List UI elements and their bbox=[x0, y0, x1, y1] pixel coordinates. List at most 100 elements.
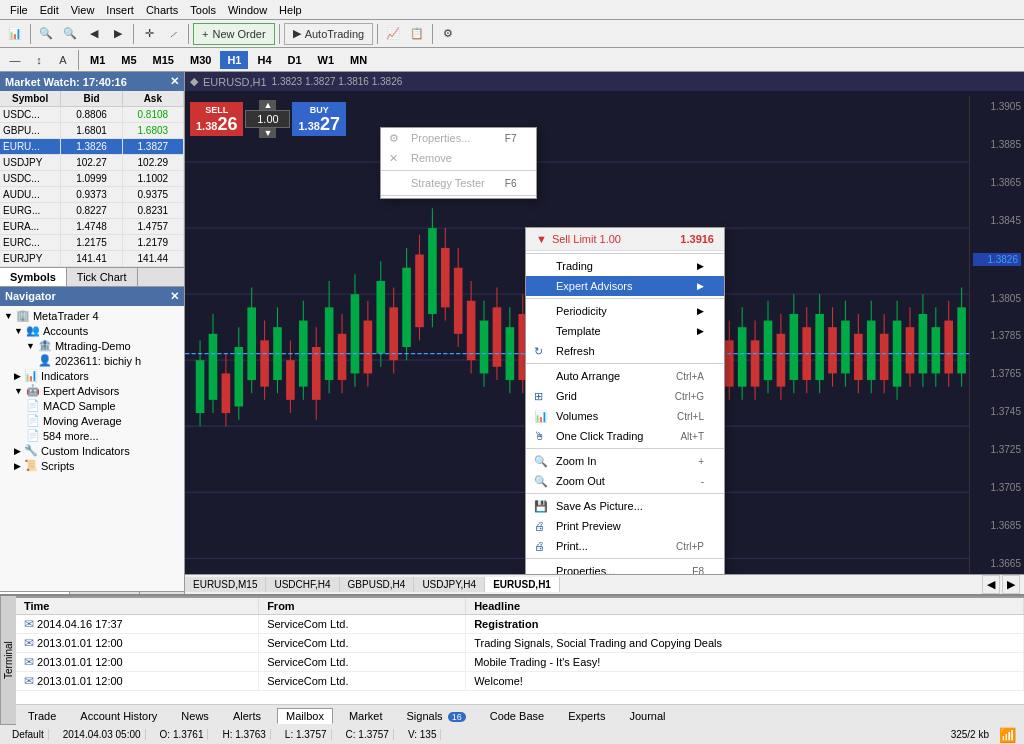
chart-tab-prev[interactable]: ◀ bbox=[982, 575, 1000, 594]
tf-m30[interactable]: M30 bbox=[183, 51, 218, 69]
mw-row-eurjpy[interactable]: EURJPY 141.41 141.44 bbox=[0, 251, 184, 267]
tf-w1[interactable]: W1 bbox=[311, 51, 342, 69]
zoom-in-btn[interactable]: 🔍 bbox=[35, 23, 57, 45]
nav-ma[interactable]: 📄 Moving Average bbox=[2, 413, 182, 428]
chart-tab-usdchf-h4[interactable]: USDCHF,H4 bbox=[266, 577, 339, 592]
market-watch-close[interactable]: ✕ bbox=[170, 75, 179, 88]
ctx-save-as-picture[interactable]: 💾 Save As Picture... bbox=[526, 496, 724, 516]
mw-row-gbpu[interactable]: GBPU... 1.6801 1.6803 bbox=[0, 123, 184, 139]
mw-row-usdc[interactable]: USDC... 0.8806 0.8108 bbox=[0, 107, 184, 123]
term-tab-news[interactable]: News bbox=[173, 709, 217, 723]
mw-row-audu[interactable]: AUDU... 0.9373 0.9375 bbox=[0, 187, 184, 203]
nav-indicators[interactable]: ▶ 📊 Indicators bbox=[2, 368, 182, 383]
tf-h1[interactable]: H1 bbox=[220, 51, 248, 69]
ctx-zoom-in[interactable]: 🔍 Zoom In + bbox=[526, 451, 724, 471]
chart-tab-eurusd-h1[interactable]: EURUSD,H1 bbox=[485, 577, 560, 592]
menu-file[interactable]: File bbox=[4, 2, 34, 18]
mw-row-usdjpy[interactable]: USDJPY 102.27 102.29 bbox=[0, 155, 184, 171]
ctx-sell-limit[interactable]: ▼ Sell Limit 1.00 1.3916 bbox=[526, 228, 724, 251]
tf-m5[interactable]: M5 bbox=[114, 51, 143, 69]
tab-tick-chart[interactable]: Tick Chart bbox=[67, 268, 138, 286]
draw-line-btn[interactable]: — bbox=[4, 49, 26, 71]
menu-charts[interactable]: Charts bbox=[140, 2, 184, 18]
tab-symbols[interactable]: Symbols bbox=[0, 268, 67, 286]
tf-m1[interactable]: M1 bbox=[83, 51, 112, 69]
lot-input[interactable] bbox=[245, 110, 290, 128]
new-order-button[interactable]: + New Order bbox=[193, 23, 275, 45]
menu-help[interactable]: Help bbox=[273, 2, 308, 18]
buy-button[interactable]: BUY 1.3827 bbox=[292, 102, 345, 136]
nav-user[interactable]: 👤 2023611: bichiy h bbox=[2, 353, 182, 368]
sell-button[interactable]: SELL 1.3826 bbox=[190, 102, 243, 136]
crosshair-btn[interactable]: ✛ bbox=[138, 23, 160, 45]
terminal-label[interactable]: Terminal bbox=[0, 596, 16, 724]
term-tab-market[interactable]: Market bbox=[341, 709, 391, 723]
ctx-volumes[interactable]: 📊 Volumes Ctrl+L bbox=[526, 406, 724, 426]
mw-row-eurc[interactable]: EURC... 1.2175 1.2179 bbox=[0, 235, 184, 251]
mw-row-usdc2[interactable]: USDC... 1.0999 1.1002 bbox=[0, 171, 184, 187]
term-tab-signals[interactable]: Signals 16 bbox=[399, 709, 474, 723]
terminal-row-3[interactable]: ✉ 2013.01.01 12:00 ServiceCom Ltd. Welco… bbox=[16, 672, 1024, 691]
chart-tab-usdjpy-h4[interactable]: USDJPY,H4 bbox=[414, 577, 485, 592]
navigator-close[interactable]: ✕ bbox=[170, 290, 179, 303]
template-btn[interactable]: 📋 bbox=[406, 23, 428, 45]
nav-mtrading[interactable]: ▼ 🏦 Mtrading-Demo bbox=[2, 338, 182, 353]
ctx-expert-advisors[interactable]: Expert Advisors ▶ bbox=[526, 276, 724, 296]
ctx-grid[interactable]: ⊞ Grid Ctrl+G bbox=[526, 386, 724, 406]
ctx-print[interactable]: 🖨 Print... Ctrl+P bbox=[526, 536, 724, 556]
term-tab-journal[interactable]: Journal bbox=[621, 709, 673, 723]
line-btn[interactable]: ⟋ bbox=[162, 23, 184, 45]
autotrading-button[interactable]: ▶ AutoTrading bbox=[284, 23, 374, 45]
chart-tab-eurusd-m15[interactable]: EURUSD,M15 bbox=[185, 577, 266, 592]
term-tab-trade[interactable]: Trade bbox=[20, 709, 64, 723]
term-tab-alerts[interactable]: Alerts bbox=[225, 709, 269, 723]
menu-view[interactable]: View bbox=[65, 2, 101, 18]
draw-arrow-btn[interactable]: ↕ bbox=[28, 49, 50, 71]
menu-insert[interactable]: Insert bbox=[100, 2, 140, 18]
nav-accounts[interactable]: ▼ 👥 Accounts bbox=[2, 323, 182, 338]
ctx-auto-arrange[interactable]: Auto Arrange Ctrl+A bbox=[526, 366, 724, 386]
menu-edit[interactable]: Edit bbox=[34, 2, 65, 18]
nav-tab-common[interactable]: Common bbox=[0, 592, 70, 594]
lot-up-btn[interactable]: ▲ bbox=[259, 100, 276, 110]
nav-macd[interactable]: 📄 MACD Sample bbox=[2, 398, 182, 413]
nav-custom-indicators[interactable]: ▶ 🔧 Custom Indicators bbox=[2, 443, 182, 458]
ctx-print-preview[interactable]: 🖨 Print Preview bbox=[526, 516, 724, 536]
ctx-periodicity[interactable]: Periodicity ▶ bbox=[526, 301, 724, 321]
tf-mn[interactable]: MN bbox=[343, 51, 374, 69]
nav-tab-favorites[interactable]: Favorites bbox=[70, 592, 140, 594]
mw-row-euru[interactable]: EURU... 1.3826 1.3827 bbox=[0, 139, 184, 155]
menu-tools[interactable]: Tools bbox=[184, 2, 222, 18]
nav-mt4[interactable]: ▼ 🏢 MetaTrader 4 bbox=[2, 308, 182, 323]
chart-back-btn[interactable]: ◀ bbox=[83, 23, 105, 45]
tf-h4[interactable]: H4 bbox=[250, 51, 278, 69]
new-chart-btn[interactable]: 📊 bbox=[4, 23, 26, 45]
term-tab-account-history[interactable]: Account History bbox=[72, 709, 165, 723]
terminal-row-0[interactable]: ✉ 2014.04.16 17:37 ServiceCom Ltd. Regis… bbox=[16, 615, 1024, 634]
nav-more[interactable]: 📄 584 more... bbox=[2, 428, 182, 443]
mw-row-eura[interactable]: EURA... 1.4748 1.4757 bbox=[0, 219, 184, 235]
settings-btn[interactable]: ⚙ bbox=[437, 23, 459, 45]
chart-tab-gbpusd-h4[interactable]: GBPUSD,H4 bbox=[340, 577, 415, 592]
menu-window[interactable]: Window bbox=[222, 2, 273, 18]
chart-fwd-btn[interactable]: ▶ bbox=[107, 23, 129, 45]
terminal-row-2[interactable]: ✉ 2013.01.01 12:00 ServiceCom Ltd. Mobil… bbox=[16, 653, 1024, 672]
ctx-properties[interactable]: Properties... F8 bbox=[526, 561, 724, 574]
term-tab-experts[interactable]: Experts bbox=[560, 709, 613, 723]
nav-ea[interactable]: ▼ 🤖 Expert Advisors bbox=[2, 383, 182, 398]
term-tab-code-base[interactable]: Code Base bbox=[482, 709, 552, 723]
mw-row-eurg[interactable]: EURG... 0.8227 0.8231 bbox=[0, 203, 184, 219]
ctx-zoom-out[interactable]: 🔍 Zoom Out - bbox=[526, 471, 724, 491]
term-tab-mailbox[interactable]: Mailbox bbox=[277, 708, 333, 724]
nav-scripts[interactable]: ▶ 📜 Scripts bbox=[2, 458, 182, 473]
indicators-btn[interactable]: 📈 bbox=[382, 23, 404, 45]
tf-m15[interactable]: M15 bbox=[146, 51, 181, 69]
draw-text-btn[interactable]: A bbox=[52, 49, 74, 71]
terminal-row-1[interactable]: ✉ 2013.01.01 12:00 ServiceCom Ltd. Tradi… bbox=[16, 634, 1024, 653]
ctx-one-click-trading[interactable]: 🖱 One Click Trading Alt+T bbox=[526, 426, 724, 446]
tf-d1[interactable]: D1 bbox=[281, 51, 309, 69]
ctx-refresh[interactable]: ↻ Refresh bbox=[526, 341, 724, 361]
chart-tab-next[interactable]: ▶ bbox=[1002, 575, 1020, 594]
ctx-trading[interactable]: Trading ▶ bbox=[526, 256, 724, 276]
ctx-template[interactable]: Template ▶ bbox=[526, 321, 724, 341]
